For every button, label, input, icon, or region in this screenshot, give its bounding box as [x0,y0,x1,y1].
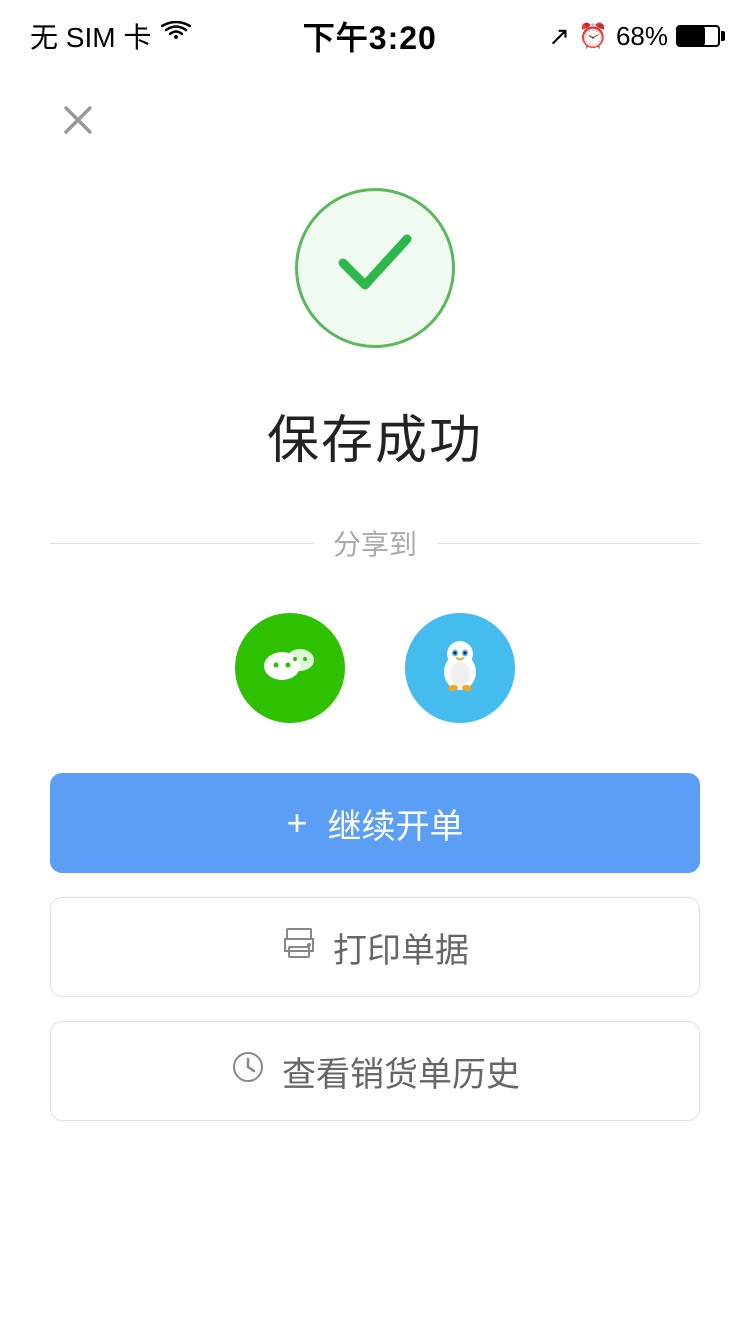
status-left: 无 SIM 卡 [30,16,191,56]
battery-icon [676,25,720,47]
status-time: 下午3:20 [303,13,437,59]
action-buttons: + 继续开单 打印单据 [50,773,700,1121]
share-label: 分享到 [333,523,417,563]
share-icons [50,613,700,723]
share-divider: 分享到 [50,523,700,563]
continue-label: 继续开单 [328,799,464,848]
share-section: 分享到 [50,523,700,723]
qq-icon [428,636,492,700]
close-button[interactable] [50,92,106,148]
success-circle [295,188,455,348]
status-right: ↗ ⏰ 68% [548,21,720,52]
printer-icon [281,925,317,970]
location-icon: ↗ [548,21,570,52]
clock-icon [230,1049,266,1094]
success-section: 保存成功 [50,188,700,473]
sim-status: 无 SIM 卡 [30,16,151,56]
plus-icon: + [286,802,307,844]
wechat-share-button[interactable] [235,613,345,723]
main-content: 保存成功 分享到 [0,72,750,1121]
continue-button[interactable]: + 继续开单 [50,773,700,873]
success-title: 保存成功 [267,398,483,473]
history-button[interactable]: 查看销货单历史 [50,1021,700,1121]
qq-share-button[interactable] [405,613,515,723]
wechat-icon [258,636,322,700]
check-icon [335,227,415,310]
history-label: 查看销货单历史 [282,1047,520,1096]
alarm-icon: ⏰ [578,22,608,51]
print-button[interactable]: 打印单据 [50,897,700,997]
close-icon [60,102,96,138]
wifi-icon [161,21,191,52]
battery-percent: 68% [616,21,668,52]
print-label: 打印单据 [333,923,469,972]
status-bar: 无 SIM 卡 下午3:20 ↗ ⏰ 68% [0,0,750,72]
